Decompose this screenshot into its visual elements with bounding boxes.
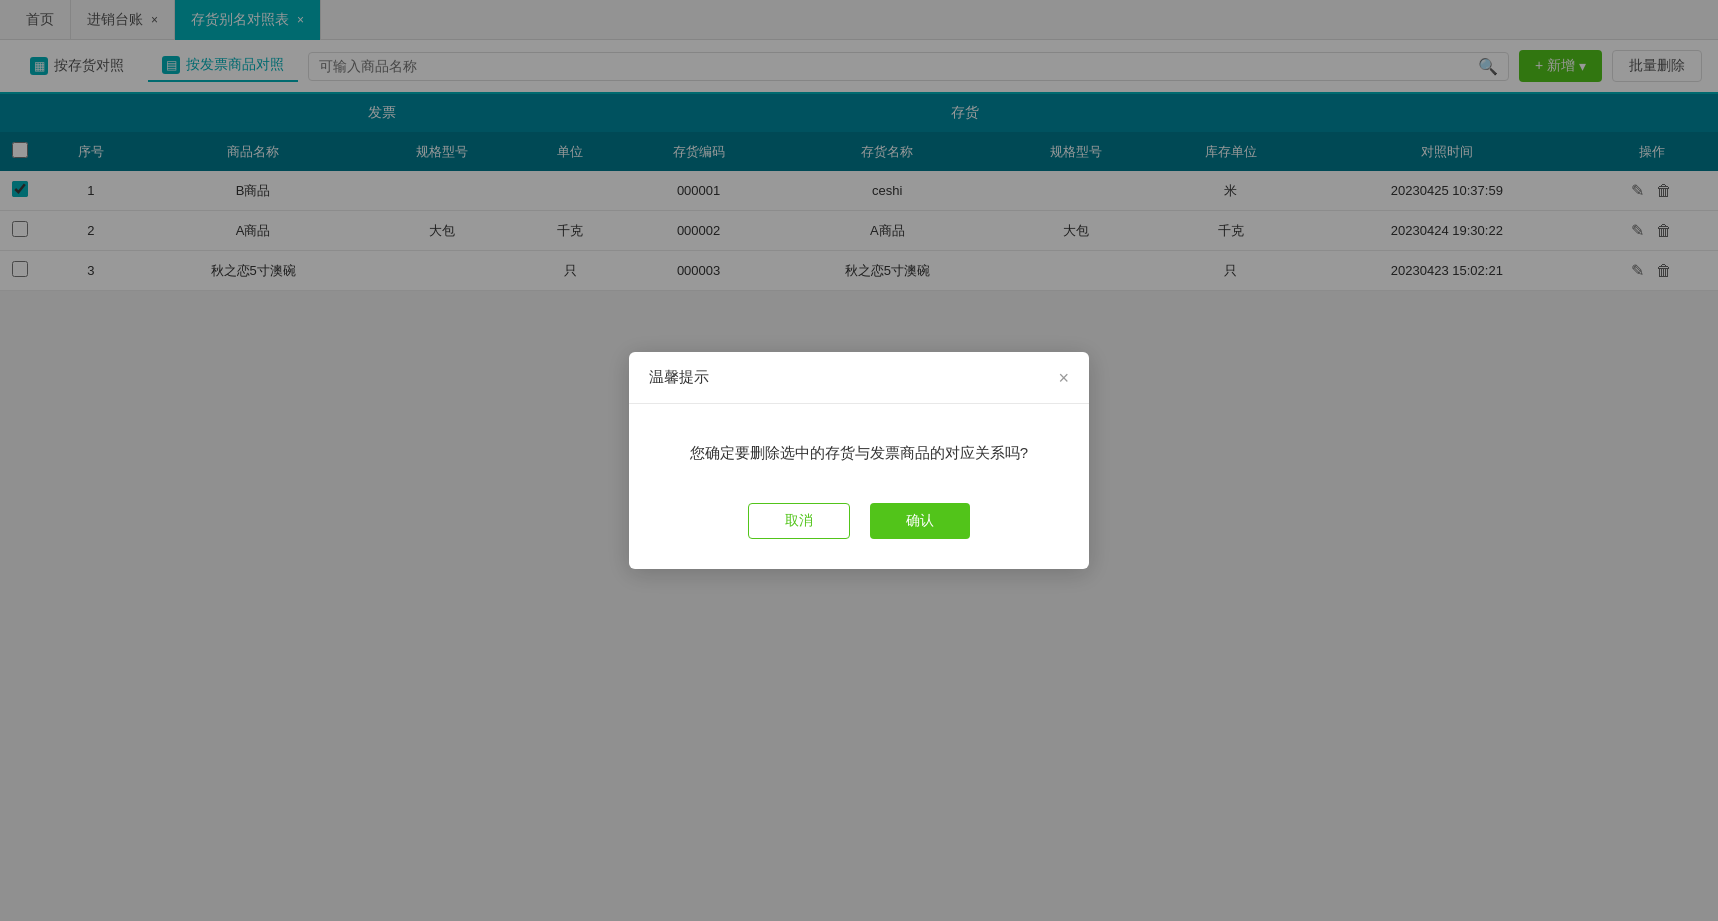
modal-overlay: 温馨提示 × 您确定要删除选中的存货与发票商品的对应关系吗? 取消 确认 xyxy=(0,0,1718,291)
